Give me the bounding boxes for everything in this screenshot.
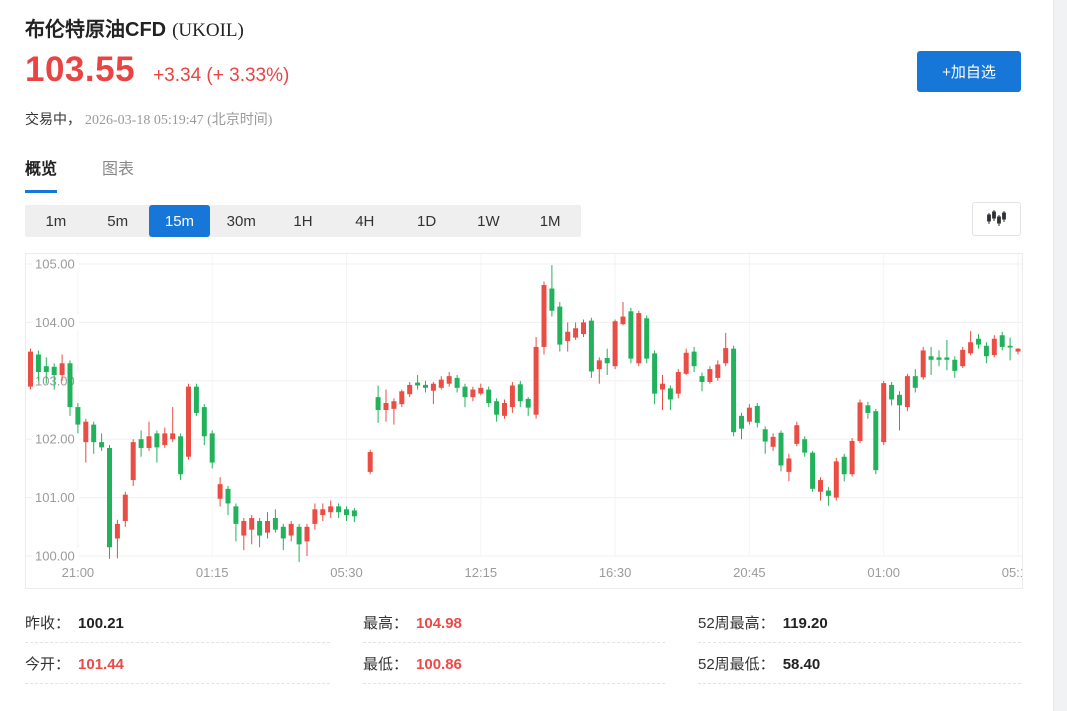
quote-stats: 昨收： 100.21 今开： 101.44 最高： 104.98 最低： 100.86 52周最… <box>25 602 1021 684</box>
trading-status: 交易中， <box>25 111 81 127</box>
change-percent: (+ 3.33%) <box>206 65 289 86</box>
price-row: 103.55 +3.34 (+ 3.33%) <box>25 50 289 90</box>
interval-button-1W[interactable]: 1W <box>457 205 519 237</box>
stat-row: 昨收： 100.21 <box>25 602 330 643</box>
interval-button-5m[interactable]: 5m <box>87 205 149 237</box>
interval-button-4H[interactable]: 4H <box>334 205 396 237</box>
stat-row: 最低： 100.86 <box>363 643 665 684</box>
stat-label: 今开： <box>25 653 70 674</box>
svg-text:105.00: 105.00 <box>35 257 75 272</box>
stat-value: 100.21 <box>78 615 124 632</box>
svg-text:01:00: 01:00 <box>867 565 900 580</box>
page-edge-divider <box>1053 0 1067 711</box>
interval-button-1m[interactable]: 1m <box>25 205 87 237</box>
svg-text:05:30: 05:30 <box>330 565 363 580</box>
stat-value: 104.98 <box>416 615 462 632</box>
svg-text:100.00: 100.00 <box>35 549 75 564</box>
stat-label: 昨收： <box>25 612 70 633</box>
candlestick-canvas[interactable]: 105.00104.00103.00102.00101.00100.0021:0… <box>26 254 1022 588</box>
price-chart[interactable]: 105.00104.00103.00102.00101.00100.0021:0… <box>25 253 1023 589</box>
svg-text:05:15: 05:15 <box>1002 565 1022 580</box>
stat-value: 100.86 <box>416 656 462 673</box>
svg-text:16:30: 16:30 <box>599 565 632 580</box>
instrument-symbol: (UKOIL) <box>172 20 244 41</box>
stats-column: 最高： 104.98 最低： 100.86 <box>363 602 665 684</box>
interval-button-15m[interactable]: 15m <box>149 205 211 237</box>
svg-text:21:00: 21:00 <box>62 565 95 580</box>
trading-status-row: 交易中， 2026-03-18 05:19:47 (北京时间) <box>25 109 272 129</box>
interval-toolbar: 1m5m15m30m1H4H1D1W1M <box>25 205 581 237</box>
tab-overview[interactable]: 概览 <box>25 155 57 193</box>
instrument-name: 布伦特原油CFD <box>25 19 166 41</box>
stat-row: 今开： 101.44 <box>25 643 330 684</box>
svg-text:20:45: 20:45 <box>733 565 766 580</box>
stat-row: 52周最高： 119.20 <box>698 602 1021 643</box>
stat-row: 52周最低： 58.40 <box>698 643 1021 684</box>
stat-value: 101.44 <box>78 656 124 673</box>
interval-button-1H[interactable]: 1H <box>272 205 334 237</box>
tab-chart[interactable]: 图表 <box>102 155 134 193</box>
price-change: +3.34 (+ 3.33%) <box>153 65 289 87</box>
svg-text:104.00: 104.00 <box>35 315 75 330</box>
quote-timestamp: 2026-03-18 05:19:47 (北京时间) <box>85 113 272 128</box>
chart-type-button[interactable] <box>972 202 1021 236</box>
svg-text:12:15: 12:15 <box>465 565 498 580</box>
stat-value: 119.20 <box>783 615 828 632</box>
interval-button-1M[interactable]: 1M <box>519 205 581 237</box>
stat-row: 最高： 104.98 <box>363 602 665 643</box>
stat-label: 52周最低： <box>698 653 775 674</box>
stat-label: 最低： <box>363 653 408 674</box>
quote-page: 布伦特原油CFD (UKOIL) +加自选 103.55 +3.34 (+ 3.3… <box>0 0 1067 711</box>
interval-button-1D[interactable]: 1D <box>396 205 458 237</box>
stat-value: 58.40 <box>783 656 821 673</box>
svg-text:102.00: 102.00 <box>35 432 75 447</box>
change-value: +3.34 <box>153 65 201 86</box>
last-price: 103.55 <box>25 50 135 90</box>
page-title: 布伦特原油CFD (UKOIL) <box>25 13 244 42</box>
svg-text:101.00: 101.00 <box>35 490 75 505</box>
stats-column: 昨收： 100.21 今开： 101.44 <box>25 602 330 684</box>
stat-label: 最高： <box>363 612 408 633</box>
candlestick-icon <box>986 209 1008 230</box>
stats-column: 52周最高： 119.20 52周最低： 58.40 <box>698 602 1021 684</box>
interval-button-30m[interactable]: 30m <box>210 205 272 237</box>
add-watchlist-button[interactable]: +加自选 <box>917 51 1021 92</box>
svg-text:01:15: 01:15 <box>196 565 229 580</box>
overview-chart-tabs: 概览 图表 <box>25 155 134 193</box>
stat-label: 52周最高： <box>698 612 775 633</box>
